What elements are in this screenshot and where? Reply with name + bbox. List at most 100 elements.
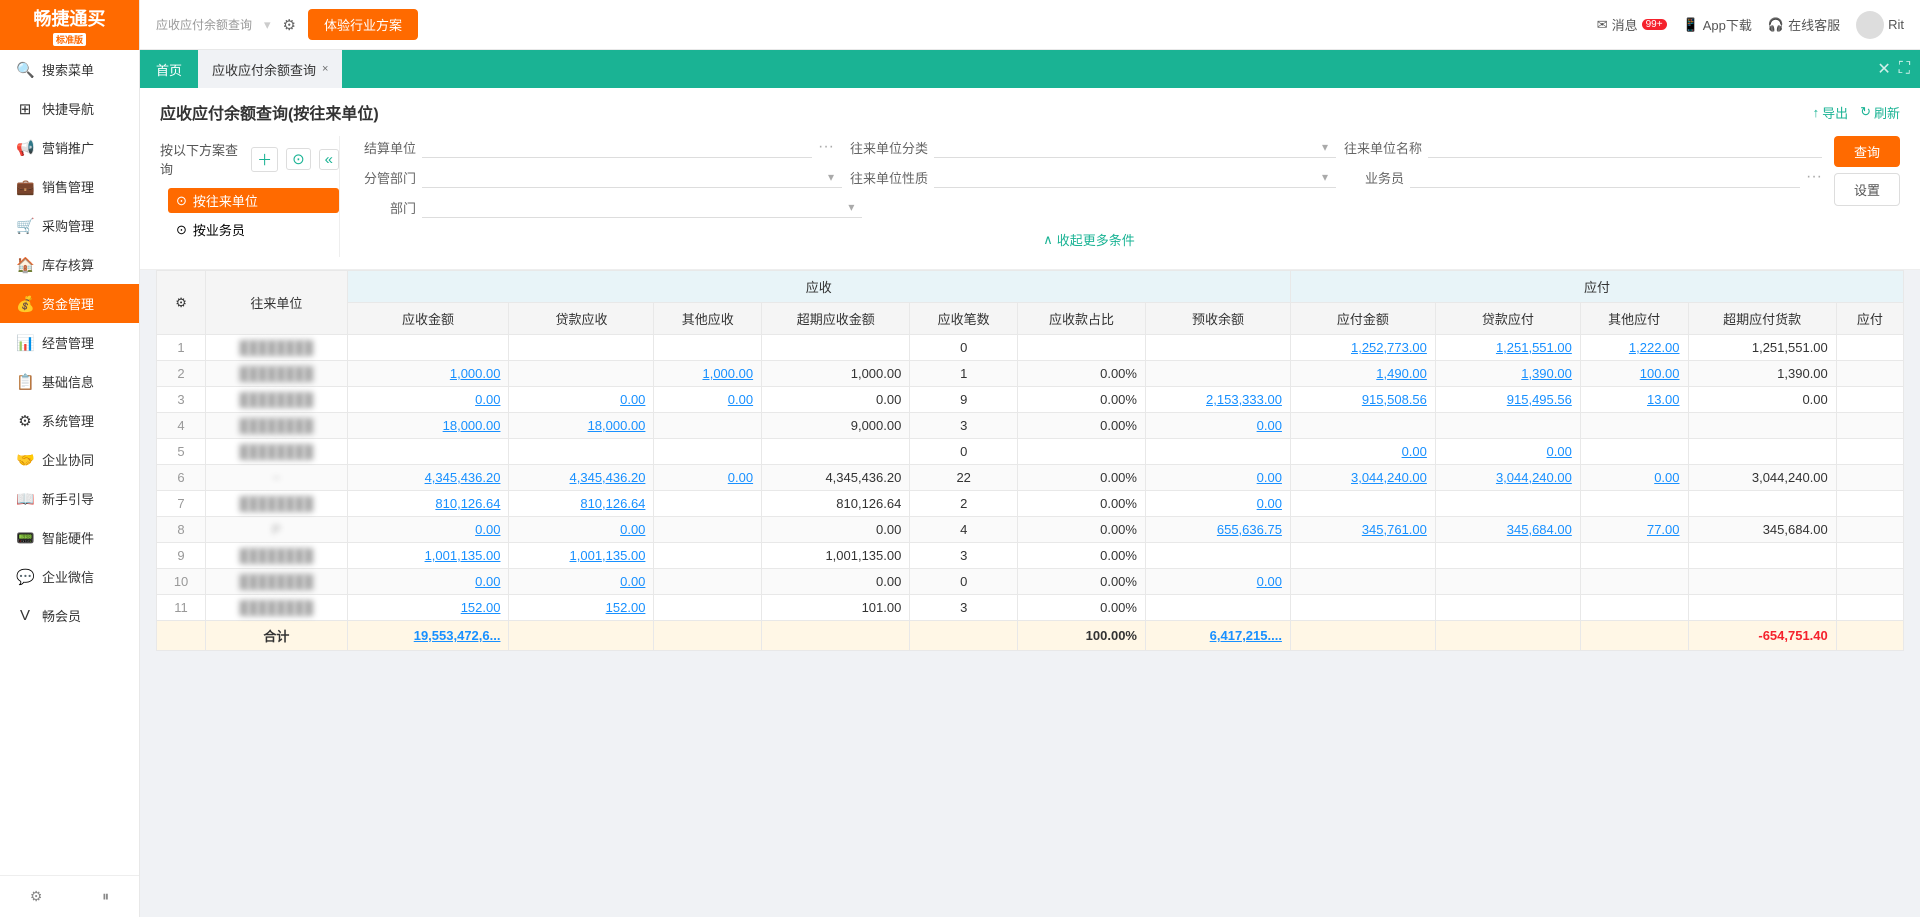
counterpart-name-input[interactable] (1428, 136, 1822, 158)
col-pay-amt: 应付金额 (1290, 303, 1435, 335)
maximize-btn[interactable]: ⛶ (1899, 60, 1910, 78)
field-counterpart-category: 往来单位分类 ▾ (850, 136, 1328, 158)
sidebar-item-搜索菜单[interactable]: 🔍搜索菜单 (0, 50, 139, 89)
edit-filter-btn[interactable]: ⊙ (286, 148, 311, 170)
nature-chevron-icon[interactable]: ▾ (1322, 170, 1328, 184)
counterpart-nature-input[interactable] (934, 166, 1336, 188)
department-chevron-icon[interactable]: ▾ (848, 200, 854, 214)
sidebar-item-销售管理[interactable]: 💼 销售管理 (0, 167, 139, 206)
refresh-btn[interactable]: ↻ 刷新 (1860, 103, 1900, 122)
footer-rec-amt[interactable]: 19,553,472,6... (347, 621, 509, 651)
tab-home[interactable]: 首页 (140, 50, 198, 88)
filter-option-counterpart[interactable]: ⊙ 按往来单位 (168, 188, 339, 213)
sidebar-item-畅会员[interactable]: V畅会员 (0, 596, 139, 635)
message-item[interactable]: ✉ 消息 99+ (1597, 15, 1667, 34)
sidebar-settings-btn[interactable]: ⚙ (22, 884, 51, 909)
sidebar-item-label: 企业微信 (42, 567, 94, 586)
sidebar-item-营销推广[interactable]: 📢营销推广 (0, 128, 139, 167)
sidebar-item-label: 营销推广 (42, 138, 94, 157)
category-chevron-icon[interactable]: ▾ (1322, 140, 1328, 154)
filter-row-2: 分管部门 ▾ 往来单位性质 ▾ 业务员 ··· (356, 166, 1822, 188)
add-filter-btn[interactable]: ＋ (251, 147, 278, 172)
field-label-salesperson: 业务员 (1344, 168, 1404, 187)
sidebar-item-系统管理[interactable]: ⚙系统管理 (0, 401, 139, 440)
page-title: 应收应付余额查询(按往来单位) (160, 100, 379, 124)
sidebar-item-企业微信[interactable]: 💬企业微信 (0, 557, 139, 596)
dept-chevron-icon[interactable]: ▾ (828, 170, 834, 184)
col-rec-count: 应收笔数 (910, 303, 1018, 335)
filter-sidebar: 按以下方案查询 ＋ ⊙ « ⊙ 按往来单位 ⊙ 按业务员 (160, 136, 340, 257)
filter-main-row: 按以下方案查询 ＋ ⊙ « ⊙ 按往来单位 ⊙ 按业务员 (160, 136, 1900, 257)
sidebar-icon: 📟 (16, 529, 34, 547)
footer-rec-other (654, 621, 762, 651)
counterpart-category-input[interactable] (934, 136, 1336, 158)
tab-active[interactable]: 应收应付余额查询 × (198, 50, 342, 88)
footer-rec-overdue (762, 621, 910, 651)
dept-in-charge-input[interactable] (422, 166, 842, 188)
sidebar-icon: 📊 (16, 334, 34, 352)
sidebar-item-label: 采购管理 (42, 216, 94, 235)
field-salesperson: 业务员 ··· (1344, 166, 1822, 188)
service-icon: 🎧 (1768, 17, 1784, 33)
sidebar-item-资金管理[interactable]: 💰资金管理 (0, 284, 139, 323)
sidebar-icon: 🏠 (16, 256, 34, 274)
page-actions: ↑ 导出 ↻ 刷新 (1813, 103, 1900, 122)
sidebar-item-快捷导航[interactable]: ⊞快捷导航 (0, 89, 139, 128)
table-row: 10████████0.000.000.0000.00%0.00 (157, 569, 1904, 595)
sidebar-item-库存核算[interactable]: 🏠库存核算 (0, 245, 139, 284)
collapse-filter-btn[interactable]: « (319, 149, 339, 170)
sidebar-item-企业协同[interactable]: 🤝企业协同 (0, 440, 139, 479)
field-counterpart-nature: 往来单位性质 ▾ (850, 166, 1328, 188)
online-service-item[interactable]: 🎧 在线客服 (1768, 15, 1840, 34)
sidebar-item-label: 销售管理 (42, 177, 94, 196)
col-prepay: 预收余额 (1145, 303, 1290, 335)
footer-prepay[interactable]: 6,417,215.... (1145, 621, 1290, 651)
settlement-unit-input[interactable] (422, 136, 812, 158)
app-download-item[interactable]: 📱 App下载 (1683, 15, 1752, 34)
field-label-name: 往来单位名称 (1344, 138, 1422, 157)
sidebar-item-label: 系统管理 (42, 411, 94, 430)
field-label-category: 往来单位分类 (850, 138, 928, 157)
col-rec-amt: 应收金额 (347, 303, 509, 335)
sidebar-item-基础信息[interactable]: 📋基础信息 (0, 362, 139, 401)
sidebar-item-采购管理[interactable]: 🛒 采购管理 (0, 206, 139, 245)
query-button[interactable]: 查询 (1834, 136, 1900, 167)
export-btn[interactable]: ↑ 导出 (1813, 103, 1849, 122)
version-badge: 标准版 (53, 33, 86, 46)
sidebar-item-label: 新手引导 (42, 489, 94, 508)
table-row: 11████████152.00152.00101.0030.00% (157, 595, 1904, 621)
footer-rec-loan (509, 621, 654, 651)
sidebar-icon: 🛒 (16, 217, 34, 235)
sidebar-footer: ⚙ ⏸ (0, 875, 139, 917)
sidebar-item-新手引导[interactable]: 📖新手引导 (0, 479, 139, 518)
sidebar-icon: 💼 (16, 178, 34, 196)
salesperson-input[interactable] (1410, 166, 1800, 188)
table-row: 3████████0.000.000.000.0090.00%2,153,333… (157, 387, 1904, 413)
salesperson-dots[interactable]: ··· (1806, 168, 1822, 186)
col-pay-overdue: 超期应付货款 (1688, 303, 1836, 335)
collapse-btn[interactable]: ∧ 收起更多条件 (1043, 230, 1135, 249)
department-input[interactable] (422, 196, 862, 218)
footer-label: 合计 (206, 621, 348, 651)
footer-pay-overdue: -654,751.40 (1688, 621, 1836, 651)
sidebar-item-智能硬件[interactable]: 📟智能硬件 (0, 518, 139, 557)
field-label-settlement: 结算单位 (356, 138, 416, 157)
sidebar-item-经营管理[interactable]: 📊经营管理 (0, 323, 139, 362)
tabbar-spacer (342, 50, 1867, 88)
filter-option-salesperson[interactable]: ⊙ 按业务员 (168, 217, 339, 242)
table-row: 1████████01,252,773.001,251,551.001,222.… (157, 335, 1904, 361)
col-rec-loan: 贷款应收 (509, 303, 654, 335)
col-settings[interactable]: ⚙ (157, 271, 206, 335)
table-row: 4████████18,000.0018,000.009,000.0030.00… (157, 413, 1904, 439)
topbar-gear-icon[interactable]: ⚙ (283, 16, 296, 34)
sidebar-icon: V (16, 607, 34, 624)
settlement-unit-dots[interactable]: ··· (818, 138, 834, 156)
promo-button[interactable]: 体验行业方案 (308, 9, 418, 40)
close-window-btn[interactable]: ✕ (1877, 59, 1890, 79)
user-avatar-item[interactable]: Rit (1856, 11, 1904, 39)
setting-button[interactable]: 设置 (1834, 173, 1900, 206)
tabbar-actions: ✕ ⛶ (1867, 50, 1920, 88)
tab-close-icon[interactable]: × (322, 63, 328, 75)
sidebar-collapse-btn[interactable]: ⏸ (94, 884, 117, 909)
filter-area: 应收应付余额查询(按往来单位) ↑ 导出 ↻ 刷新 按以下方案查询 (140, 88, 1920, 270)
